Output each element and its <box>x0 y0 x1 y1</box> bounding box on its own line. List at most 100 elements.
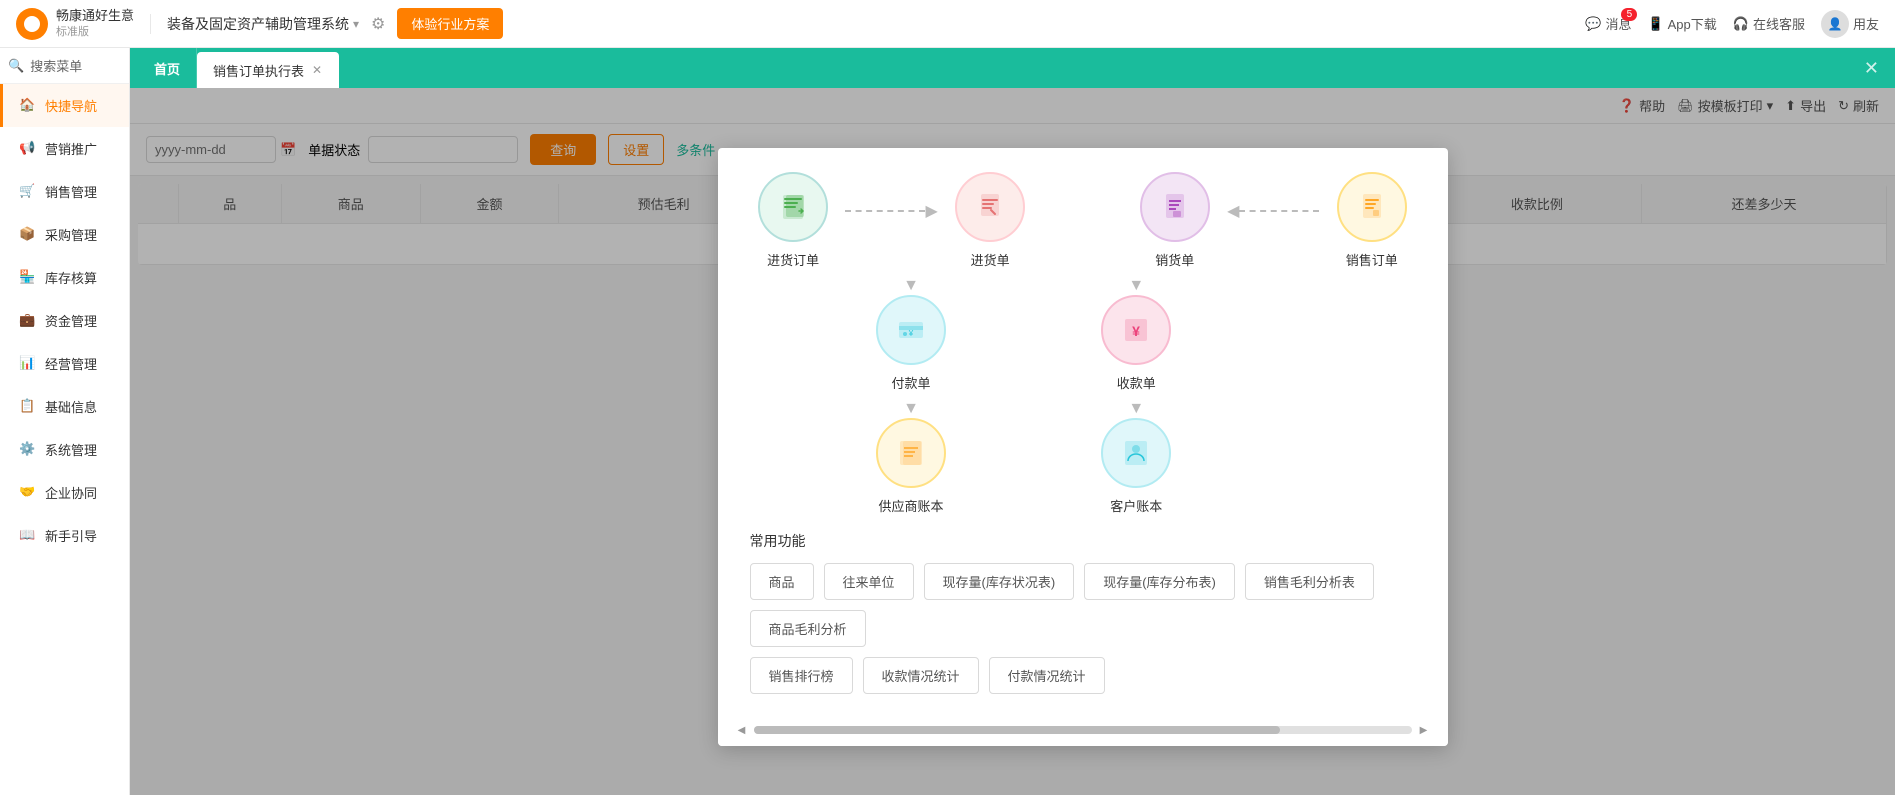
purchase-bill-label: 进货单 <box>971 250 1010 269</box>
spacer-a2-1 <box>768 400 838 418</box>
sidebar-item-enterprise[interactable]: 🤝 企业协同 <box>0 471 129 514</box>
flow-node-sales-bill[interactable]: 销货单 <box>1140 172 1210 269</box>
arrow-down-payment: ▼ <box>876 400 946 418</box>
tab-home[interactable]: 首页 <box>138 48 197 88</box>
sidebar-item-label: 资金管理 <box>45 311 97 330</box>
marketing-icon: 📢 <box>19 140 37 158</box>
func-btn-product[interactable]: 商品 <box>750 563 814 600</box>
home-icon: 🏠 <box>19 97 37 115</box>
func-btn-payment-stat[interactable]: 付款情况统计 <box>989 657 1105 694</box>
sidebar: 🔍 搜索菜单 🏠 快捷导航 📢 营销推广 🛒 销售管理 📦 采购管理 🏪 <box>0 48 130 795</box>
avatar: 👤 <box>1821 10 1849 38</box>
modal-dialog: 进货订单 ▶ <box>718 148 1448 746</box>
system-title: 装备及固定资产辅助管理系统 <box>167 14 349 34</box>
sidebar-item-sales[interactable]: 🛒 销售管理 <box>0 170 129 213</box>
tab-sales-order[interactable]: 销售订单执行表 ✕ <box>197 52 339 88</box>
arrows-down-row-2: ▼ ▼ <box>750 400 1416 418</box>
flow-node-supplier-account[interactable]: 供应商账本 <box>876 418 946 515</box>
func-btn-partner[interactable]: 往来单位 <box>824 563 914 600</box>
spacer-a2-3 <box>1209 400 1289 418</box>
search-icon: 🔍 <box>8 58 24 74</box>
logo-area: 畅康通好生意 标准版 <box>16 8 134 40</box>
logo-icon <box>16 8 48 40</box>
online-service-label: 在线客服 <box>1753 14 1805 33</box>
scroll-track[interactable] <box>754 726 1412 734</box>
func-btn-product-margin[interactable]: 商品毛利分析 <box>750 610 866 647</box>
sidebar-item-label: 营销推广 <box>45 139 97 158</box>
arrow-sales-order-to-bill: ◀ <box>1227 201 1319 221</box>
sales-icon: 🛒 <box>19 183 37 201</box>
settings-icon[interactable]: ⚙ <box>371 14 385 34</box>
svg-text:¥: ¥ <box>1132 323 1140 339</box>
experience-btn[interactable]: 体验行业方案 <box>397 8 503 39</box>
flow-node-receipt[interactable]: ¥ 收款单 <box>1101 295 1171 392</box>
sidebar-item-label: 经营管理 <box>45 354 97 373</box>
modal-overlay[interactable]: 进货订单 ▶ <box>130 88 1895 795</box>
sidebar-item-guide[interactable]: 📖 新手引导 <box>0 514 129 557</box>
flow-node-purchase-order[interactable]: 进货订单 <box>758 172 828 269</box>
search-label: 搜索菜单 <box>30 56 82 75</box>
sidebar-item-quick-nav[interactable]: 🏠 快捷导航 <box>0 84 129 127</box>
flow-row-1: 进货订单 ▶ <box>750 172 1416 269</box>
tab-bar: 首页 销售订单执行表 ✕ ✕ <box>130 48 1895 88</box>
spacer-arrow-4 <box>1327 277 1397 295</box>
purchase-bill-icon <box>955 172 1025 242</box>
func-btn-sales-margin[interactable]: 销售毛利分析表 <box>1245 563 1374 600</box>
flow-row-3: 供应商账本 <box>750 418 1416 515</box>
receipt-label: 收款单 <box>1117 373 1156 392</box>
sidebar-item-label: 采购管理 <box>45 225 97 244</box>
sidebar-item-basic-info[interactable]: 📋 基础信息 <box>0 385 129 428</box>
func-btn-receipt-stat[interactable]: 收款情况统计 <box>863 657 979 694</box>
tab-close-icon[interactable]: ✕ <box>312 63 322 77</box>
func-btn-stock-status[interactable]: 现存量(库存状况表) <box>924 563 1075 600</box>
sales-order-label: 销售订单 <box>1346 250 1398 269</box>
func-buttons-row-1: 商品 往来单位 现存量(库存状况表) 现存量(库存分布表) 销售毛利分析表 商品… <box>750 563 1416 647</box>
system-icon: ⚙️ <box>19 441 37 459</box>
sidebar-item-system[interactable]: ⚙️ 系统管理 <box>0 428 129 471</box>
flow-node-payment[interactable]: ¥ 付款单 <box>876 295 946 392</box>
sidebar-item-purchase[interactable]: 📦 采购管理 <box>0 213 129 256</box>
customer-account-label: 客户账本 <box>1110 496 1162 515</box>
sidebar-item-label: 企业协同 <box>45 483 97 502</box>
flow-node-purchase-bill[interactable]: 进货单 <box>955 172 1025 269</box>
sidebar-item-finance[interactable]: 💼 资金管理 <box>0 299 129 342</box>
headset-icon: 🎧 <box>1733 16 1749 32</box>
user-name: 用友 <box>1853 14 1879 33</box>
func-btn-stock-dist[interactable]: 现存量(库存分布表) <box>1084 563 1235 600</box>
arrow-down-receipt: ▼ <box>1101 400 1171 418</box>
sales-order-icon <box>1337 172 1407 242</box>
content-area: 首页 销售订单执行表 ✕ ✕ ❓ 帮助 🖨 按 <box>130 48 1895 795</box>
modal-scrollbar: ◀ ▶ <box>734 722 1432 738</box>
scroll-right-btn[interactable]: ▶ <box>1416 722 1432 738</box>
flow-node-sales-order[interactable]: 销售订单 <box>1337 172 1407 269</box>
arrow-down-purchase: ▼ <box>876 277 946 295</box>
payment-icon: ¥ <box>876 295 946 365</box>
sidebar-item-label: 新手引导 <box>45 526 97 545</box>
basic-info-icon: 📋 <box>19 398 37 416</box>
inventory-icon: 🏪 <box>19 269 37 287</box>
arrows-down-row: ▼ ▼ <box>750 277 1416 295</box>
user-area[interactable]: 👤 用友 <box>1821 10 1879 38</box>
sidebar-item-label: 系统管理 <box>45 440 97 459</box>
flow-node-customer-account[interactable]: 客户账本 <box>1101 418 1171 515</box>
scroll-thumb[interactable] <box>754 726 1280 734</box>
dropdown-arrow-icon: ▾ <box>353 17 359 31</box>
tab-bar-close-btn[interactable]: ✕ <box>1856 58 1887 79</box>
app-download-btn[interactable]: 📱 App下载 <box>1647 14 1716 33</box>
sidebar-item-inventory[interactable]: 🏪 库存核算 <box>0 256 129 299</box>
sidebar-search[interactable]: 🔍 搜索菜单 <box>0 48 129 84</box>
system-title-area[interactable]: 装备及固定资产辅助管理系统 ▾ <box>167 14 359 34</box>
scroll-left-btn[interactable]: ◀ <box>734 722 750 738</box>
online-service-btn[interactable]: 🎧 在线客服 <box>1733 14 1805 33</box>
message-btn[interactable]: 💬 消息 5 <box>1585 14 1631 33</box>
spacer-a2-4 <box>1327 400 1397 418</box>
func-btn-sales-rank[interactable]: 销售排行榜 <box>750 657 853 694</box>
common-title: 常用功能 <box>750 531 1416 551</box>
sidebar-item-marketing[interactable]: 📢 营销推广 <box>0 127 129 170</box>
sidebar-item-operation[interactable]: 📊 经营管理 <box>0 342 129 385</box>
arrow-purchase-to-bill: ▶ <box>845 201 937 221</box>
purchase-order-label: 进货订单 <box>767 250 819 269</box>
svg-text:¥: ¥ <box>908 329 914 338</box>
operation-icon: 📊 <box>19 355 37 373</box>
payment-label: 付款单 <box>891 373 930 392</box>
